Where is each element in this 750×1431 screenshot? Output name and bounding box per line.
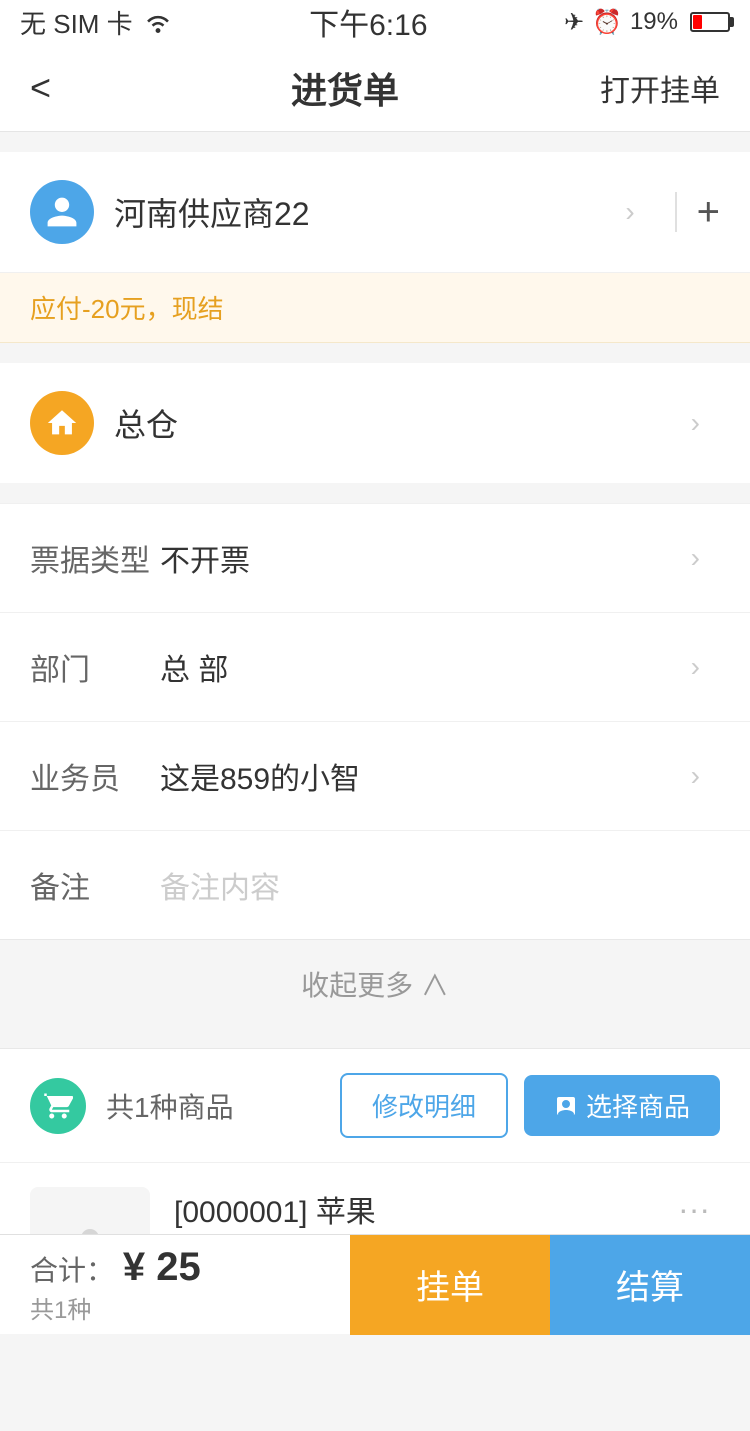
select-icon [554, 1094, 578, 1118]
remark-row[interactable]: 备注 备注内容 [0, 830, 750, 939]
staff-label: 业务员 [30, 754, 160, 798]
warehouse-row[interactable]: 总仓 › [0, 363, 750, 483]
product-icon-wrap [30, 1078, 86, 1134]
product-name: [0000001] 苹果 [174, 1187, 668, 1231]
warehouse-icon-wrap [30, 391, 94, 455]
open-hang-button[interactable]: 打开挂单 [600, 66, 720, 110]
chevron-right-icon-4: › [691, 651, 700, 683]
collapse-button[interactable]: 收起更多 ∧ [0, 939, 750, 1028]
total-count: 共1种 [30, 1290, 320, 1325]
warehouse-icon [45, 406, 79, 440]
total-section: 合计： ¥ 25 共1种 [0, 1245, 350, 1325]
select-product-button[interactable]: 选择商品 [524, 1075, 720, 1136]
dept-row[interactable]: 部门 总 部 › [0, 612, 750, 721]
product-code: [0000001] [174, 1196, 307, 1229]
supplier-name: 河南供应商22 [114, 189, 625, 235]
hang-button[interactable]: 挂单 [350, 1235, 550, 1335]
person-icon [44, 194, 80, 230]
product-header: 共1种商品 修改明细 选择商品 [0, 1048, 750, 1162]
supplier-section: 河南供应商22 › + 应付-20元，现结 [0, 152, 750, 343]
chevron-right-icon-2: › [691, 407, 700, 439]
wifi-icon [143, 11, 173, 33]
checkout-button[interactable]: 结算 [550, 1235, 750, 1335]
total-label: 合计： [30, 1255, 114, 1286]
status-right: ✈ ⏰ 19% [564, 8, 730, 37]
back-button[interactable]: < [30, 67, 90, 109]
warehouse-section: 总仓 › [0, 363, 750, 483]
chevron-right-icon-5: › [691, 760, 700, 792]
battery-icon [690, 12, 730, 32]
warehouse-name: 总仓 [114, 400, 691, 446]
page-title: 进货单 [291, 62, 399, 114]
form-section: 票据类型 不开票 › 部门 总 部 › 业务员 这是859的小智 › 备注 备注… [0, 503, 750, 939]
status-left: 无 SIM 卡 [20, 4, 173, 41]
alarm-icon: ⏰ [592, 8, 622, 37]
product-icon [43, 1091, 73, 1121]
total-row: 合计： ¥ 25 [30, 1245, 320, 1290]
carrier-label: 无 SIM 卡 [20, 4, 133, 41]
supplier-divider [675, 192, 677, 232]
divider-1 [0, 132, 750, 152]
product-display-name: 苹果 [316, 1196, 376, 1229]
supplier-notice: 应付-20元，现结 [0, 273, 750, 343]
invoice-label: 票据类型 [30, 536, 160, 580]
nav-bar: < 进货单 打开挂单 [0, 44, 750, 132]
status-bar: 无 SIM 卡 下午6:16 ✈ ⏰ 19% [0, 0, 750, 44]
staff-value: 这是859的小智 [160, 754, 691, 798]
chevron-right-icon: › [625, 196, 634, 228]
dept-label: 部门 [30, 645, 160, 689]
remark-placeholder: 备注内容 [160, 863, 720, 907]
battery-percent: 19% [630, 8, 678, 36]
divider-4 [0, 1028, 750, 1048]
supplier-row[interactable]: 河南供应商22 › + [0, 152, 750, 273]
chevron-right-icon-3: › [691, 542, 700, 574]
location-icon: ✈ [564, 8, 584, 37]
select-product-label: 选择商品 [586, 1087, 690, 1124]
supplier-avatar [30, 180, 94, 244]
divider-2 [0, 343, 750, 363]
edit-detail-button[interactable]: 修改明细 [340, 1073, 508, 1138]
bottom-bar: 合计： ¥ 25 共1种 挂单 结算 [0, 1234, 750, 1334]
dept-value: 总 部 [160, 645, 691, 689]
add-button[interactable]: + [697, 190, 720, 235]
status-time: 下午6:16 [309, 0, 427, 44]
total-amount: ¥ 25 [123, 1245, 201, 1289]
divider-3 [0, 483, 750, 503]
product-count: 共1种商品 [106, 1086, 340, 1126]
invoice-row[interactable]: 票据类型 不开票 › [0, 503, 750, 612]
invoice-value: 不开票 [160, 536, 691, 580]
product-more-button[interactable]: ··· [668, 1187, 720, 1232]
remark-label: 备注 [30, 863, 160, 907]
staff-row[interactable]: 业务员 这是859的小智 › [0, 721, 750, 830]
